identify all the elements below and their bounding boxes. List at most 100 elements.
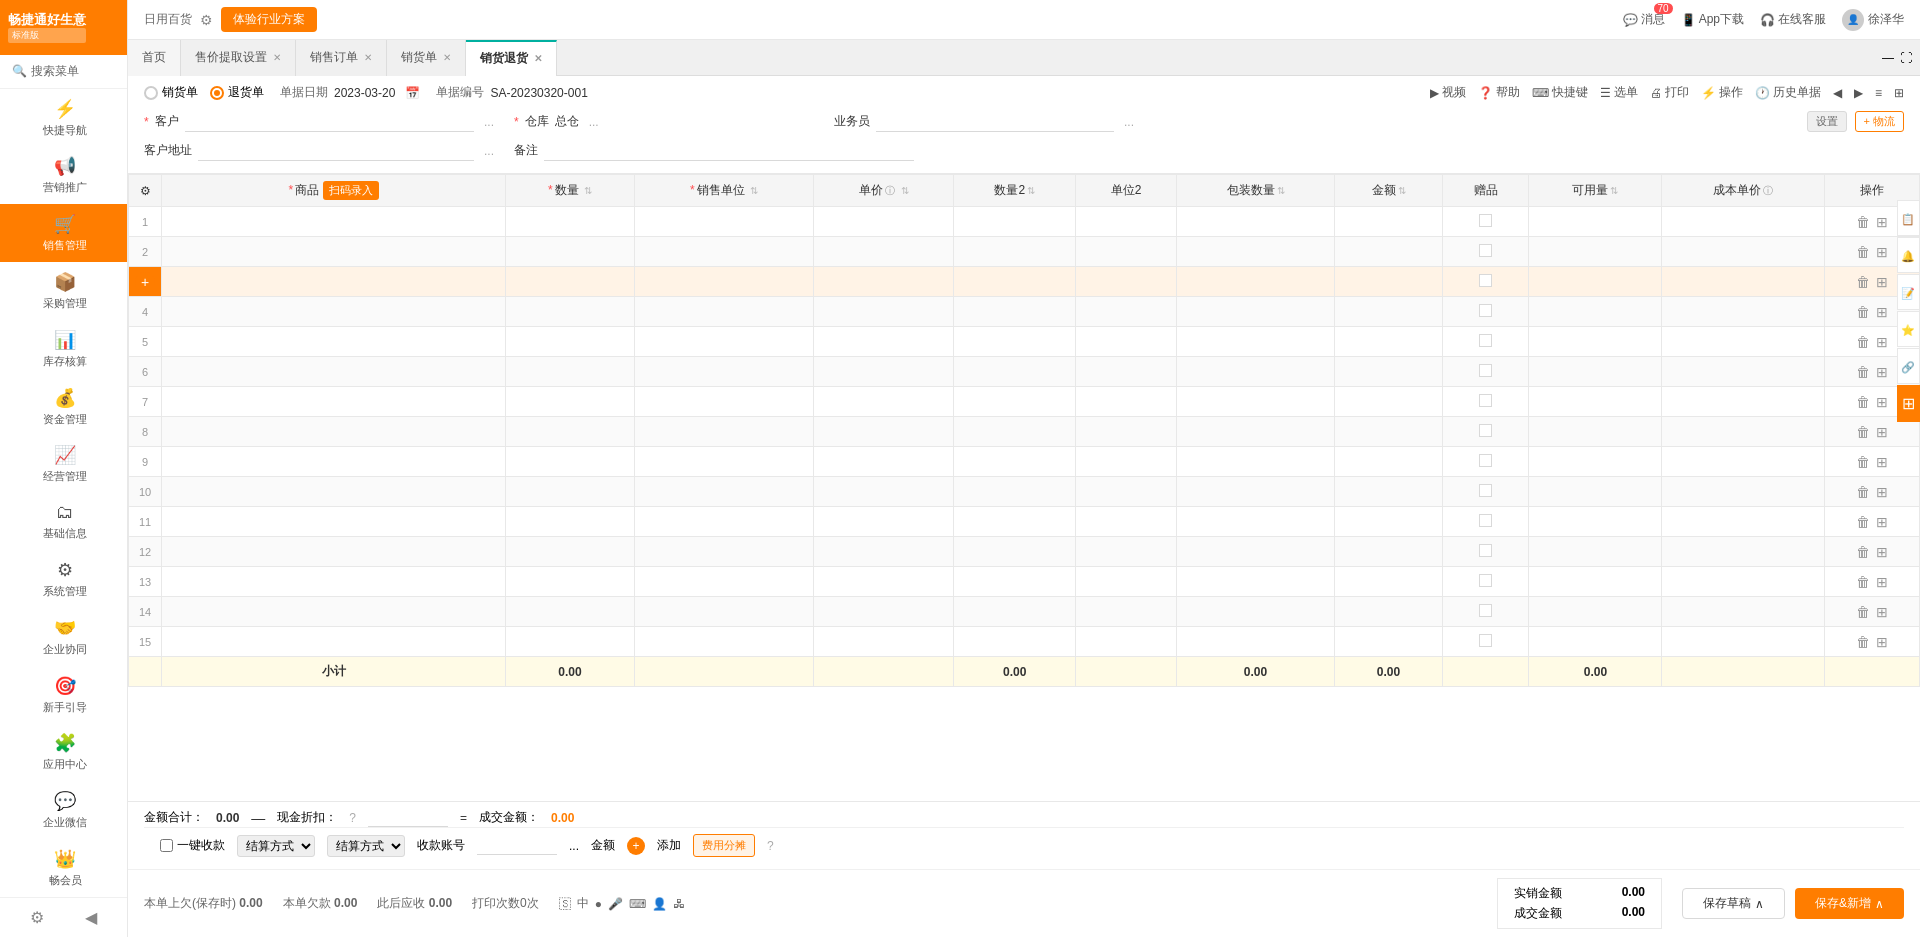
cost-price-info-icon[interactable]: ⓘ bbox=[1763, 185, 1773, 196]
unit-price-cell[interactable] bbox=[814, 567, 954, 597]
delete-row-btn[interactable]: 🗑 bbox=[1856, 244, 1870, 260]
view-grid-btn[interactable]: ⊞ bbox=[1894, 86, 1904, 100]
sales-unit-cell[interactable] bbox=[634, 477, 813, 507]
th-settings[interactable]: ⚙ bbox=[129, 175, 162, 207]
unit-price-cell[interactable] bbox=[814, 537, 954, 567]
fee-split-btn[interactable]: 费用分摊 bbox=[693, 834, 755, 857]
discount-help-icon[interactable]: ? bbox=[349, 811, 356, 825]
tab-home[interactable]: 首页 bbox=[128, 40, 181, 76]
select-btn[interactable]: ☰ 选单 bbox=[1600, 84, 1638, 101]
amount-cell[interactable] bbox=[1335, 387, 1443, 417]
sales-unit-cell[interactable] bbox=[634, 447, 813, 477]
sidebar-item-guide[interactable]: 🎯 新手引导 bbox=[0, 666, 127, 724]
qty2-cell[interactable] bbox=[954, 477, 1076, 507]
side-btn-1[interactable]: 📋 bbox=[1897, 200, 1920, 236]
quantity-cell[interactable] bbox=[506, 387, 635, 417]
pack-qty-cell[interactable] bbox=[1176, 567, 1334, 597]
product-cell[interactable] bbox=[162, 507, 506, 537]
qty2-cell[interactable] bbox=[954, 417, 1076, 447]
product-cell[interactable] bbox=[162, 207, 506, 237]
unit-price-info-icon[interactable]: ⓘ bbox=[885, 185, 895, 196]
sidebar-item-operation[interactable]: 📈 经营管理 bbox=[0, 435, 127, 493]
sales-unit-cell[interactable] bbox=[634, 537, 813, 567]
sidebar-item-basic[interactable]: 🗂 基础信息 bbox=[0, 493, 127, 550]
radio-sales[interactable]: 销货单 bbox=[144, 84, 198, 101]
side-btn-2[interactable]: 🔔 bbox=[1897, 237, 1920, 273]
salesperson-input[interactable] bbox=[876, 111, 1114, 132]
amount-cell[interactable] bbox=[1335, 357, 1443, 387]
qty2-cell[interactable] bbox=[954, 297, 1076, 327]
unit-price-cell[interactable] bbox=[814, 477, 954, 507]
available-sort-icon[interactable]: ⇅ bbox=[1610, 185, 1618, 196]
address-input[interactable] bbox=[198, 140, 474, 161]
sales-unit-cell[interactable] bbox=[634, 567, 813, 597]
pack-qty-cell[interactable] bbox=[1176, 417, 1334, 447]
unit-price-cell[interactable] bbox=[814, 417, 954, 447]
sales-unit-cell[interactable] bbox=[634, 597, 813, 627]
app-download-btn[interactable]: 📱 App下载 bbox=[1681, 11, 1744, 28]
amount-cell[interactable] bbox=[1335, 327, 1443, 357]
sales-order-close[interactable]: ✕ bbox=[364, 52, 372, 63]
product-cell[interactable] bbox=[162, 447, 506, 477]
side-btn-5[interactable]: 🔗 bbox=[1897, 348, 1920, 384]
sidebar-search[interactable]: 🔍 搜索菜单 bbox=[0, 55, 127, 89]
sidebar-item-wechat[interactable]: 💬 企业微信 bbox=[0, 781, 127, 839]
unit-price-cell[interactable] bbox=[814, 267, 954, 297]
add-amount-btn[interactable]: + bbox=[627, 837, 645, 855]
video-btn[interactable]: ▶ 视频 bbox=[1430, 84, 1466, 101]
warehouse-dots[interactable]: ... bbox=[589, 115, 599, 129]
nav-prev-btn[interactable]: ◀ bbox=[1833, 86, 1842, 100]
print-btn[interactable]: 🖨 打印 bbox=[1650, 84, 1689, 101]
add-row-btn[interactable]: + bbox=[135, 272, 155, 292]
sidebar-item-system[interactable]: ⚙ 系统管理 bbox=[0, 550, 127, 608]
payment-checkbox[interactable] bbox=[160, 839, 173, 852]
qty2-cell[interactable] bbox=[954, 627, 1076, 657]
account-input[interactable] bbox=[477, 836, 557, 855]
help-btn[interactable]: ❓ 帮助 bbox=[1478, 84, 1520, 101]
amount-cell[interactable] bbox=[1335, 267, 1443, 297]
amount-cell[interactable] bbox=[1335, 297, 1443, 327]
sales-unit-cell[interactable] bbox=[634, 357, 813, 387]
product-cell[interactable] bbox=[162, 357, 506, 387]
copy-row-btn[interactable]: ⊞ bbox=[1876, 304, 1888, 320]
unit-price-cell[interactable] bbox=[814, 327, 954, 357]
tab-sales[interactable]: 销货单 ✕ bbox=[387, 40, 466, 76]
delete-row-btn[interactable]: 🗑 bbox=[1856, 274, 1870, 290]
unit2-cell[interactable] bbox=[1076, 417, 1177, 447]
product-cell[interactable] bbox=[162, 387, 506, 417]
quantity-cell[interactable] bbox=[506, 477, 635, 507]
save-new-btn[interactable]: 保存&新增 ∧ bbox=[1795, 888, 1904, 919]
quantity-cell[interactable] bbox=[506, 567, 635, 597]
sales-unit-cell[interactable] bbox=[634, 627, 813, 657]
sales-unit-cell[interactable] bbox=[634, 207, 813, 237]
address-dots[interactable]: ... bbox=[484, 144, 494, 158]
qty2-cell[interactable] bbox=[954, 267, 1076, 297]
gift-checkbox[interactable] bbox=[1479, 364, 1492, 377]
logistics-btn[interactable]: + 物流 bbox=[1855, 111, 1904, 132]
product-input[interactable] bbox=[168, 275, 499, 289]
quantity-cell[interactable] bbox=[506, 327, 635, 357]
payment-method-select[interactable]: 结算方式 bbox=[237, 835, 315, 857]
amount-cell[interactable] bbox=[1335, 207, 1443, 237]
copy-row-btn[interactable]: ⊞ bbox=[1876, 514, 1888, 530]
unit2-cell[interactable] bbox=[1076, 447, 1177, 477]
tab-sales-return[interactable]: 销货退货 ✕ bbox=[466, 40, 557, 76]
qty2-cell[interactable] bbox=[954, 237, 1076, 267]
product-cell[interactable] bbox=[162, 567, 506, 597]
sales-unit-cell[interactable] bbox=[634, 327, 813, 357]
account-dots[interactable]: ... bbox=[569, 839, 579, 853]
delete-row-btn[interactable]: 🗑 bbox=[1856, 454, 1870, 470]
unit-price-cell[interactable] bbox=[814, 507, 954, 537]
delete-row-btn[interactable]: 🗑 bbox=[1856, 574, 1870, 590]
delete-row-btn[interactable]: 🗑 bbox=[1856, 514, 1870, 530]
sales-unit-cell[interactable] bbox=[634, 297, 813, 327]
unit2-cell[interactable] bbox=[1076, 267, 1177, 297]
delete-row-btn[interactable]: 🗑 bbox=[1856, 484, 1870, 500]
gift-checkbox[interactable] bbox=[1479, 604, 1492, 617]
qty2-cell[interactable] bbox=[954, 597, 1076, 627]
delete-row-btn[interactable]: 🗑 bbox=[1856, 634, 1870, 650]
pack-qty-cell[interactable] bbox=[1176, 477, 1334, 507]
unit2-cell[interactable] bbox=[1076, 357, 1177, 387]
qty2-cell[interactable] bbox=[954, 537, 1076, 567]
remarks-input[interactable] bbox=[544, 140, 914, 161]
